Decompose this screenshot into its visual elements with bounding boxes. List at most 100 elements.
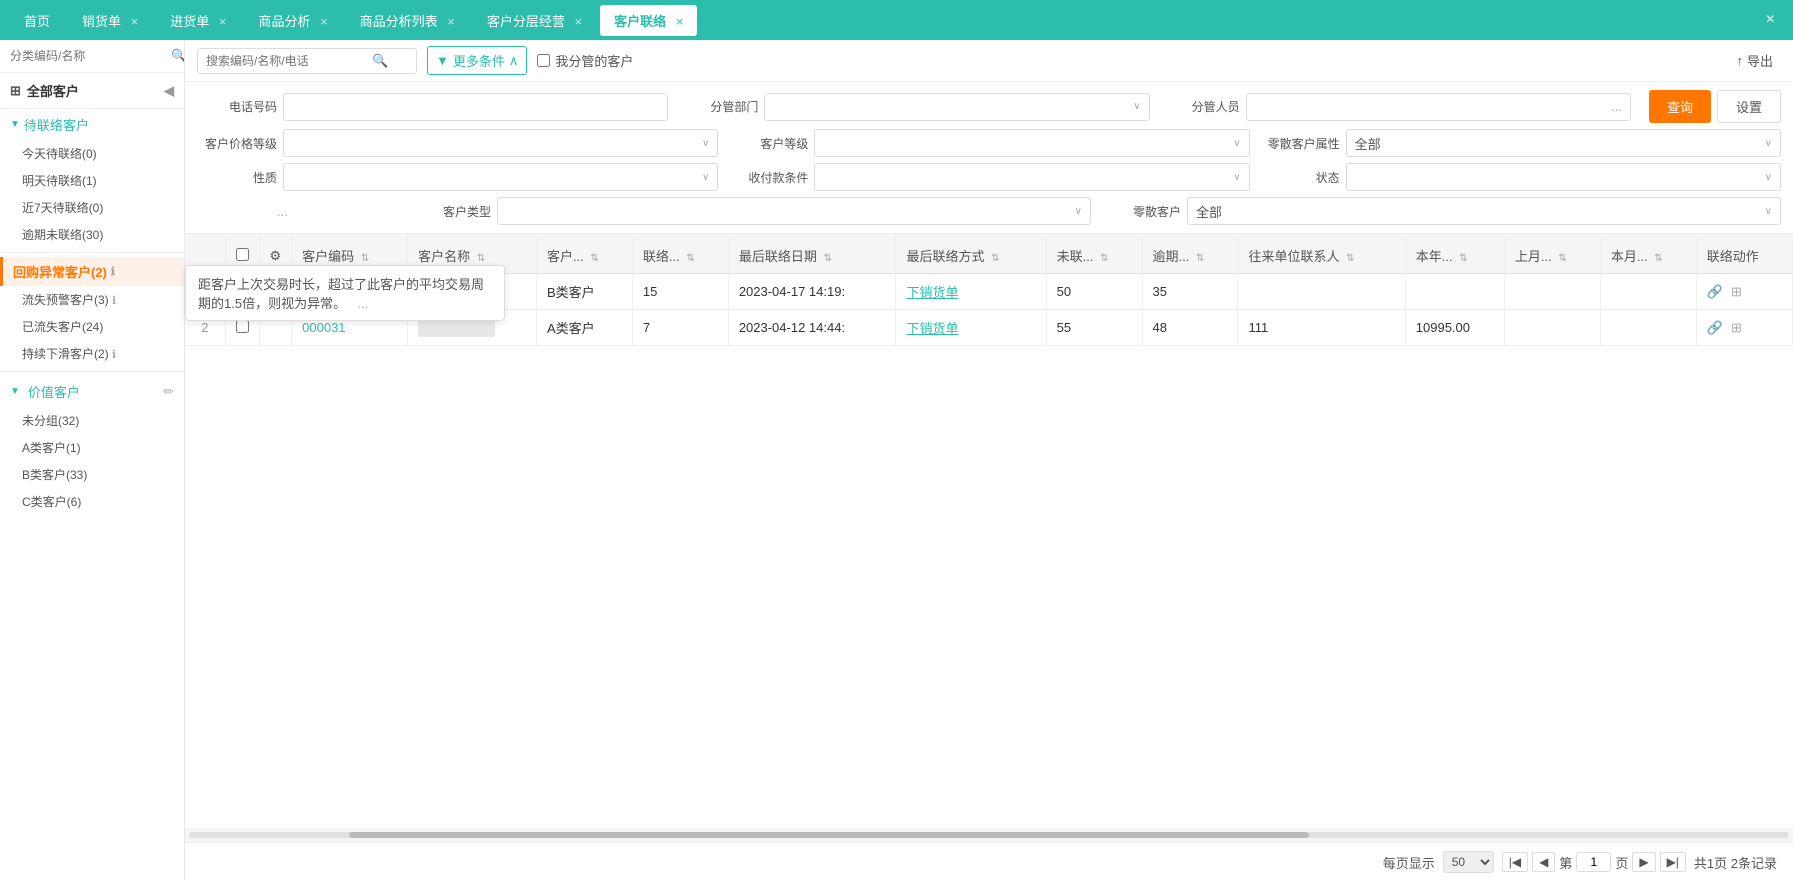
sidebar-section-waiting[interactable]: ▼ 待联络客户 bbox=[0, 109, 184, 140]
row-2-grid-icon[interactable]: ⊞ bbox=[1731, 320, 1742, 336]
price-grade-dropdown[interactable]: ∨ bbox=[283, 129, 718, 157]
waiting-contact-label: 待联络客户 bbox=[24, 115, 89, 134]
sort-uncontacted-icon: ⇅ bbox=[1100, 253, 1108, 264]
phone-input[interactable] bbox=[283, 93, 668, 121]
prev-page-button[interactable]: ◀ bbox=[1532, 852, 1555, 872]
nav-home[interactable]: 首页 bbox=[10, 5, 64, 36]
row-2-category: A类客户 bbox=[536, 310, 632, 346]
th-contact[interactable]: 联络... ⇅ bbox=[632, 238, 728, 274]
edit-group-icon[interactable]: ✏ bbox=[163, 384, 174, 400]
sidebar-item-tomorrow[interactable]: 明天待联络(1) bbox=[0, 167, 184, 194]
sidebar-search-icon[interactable]: 🔍 bbox=[171, 48, 185, 64]
close-customer-contact-icon[interactable]: × bbox=[676, 14, 684, 29]
churn-warning-info-icon: ℹ bbox=[112, 295, 116, 307]
th-last-month[interactable]: 上月... ⇅ bbox=[1504, 238, 1600, 274]
filter-cell-retail-attr: 零散客户属性 全部 ∨ bbox=[1260, 129, 1781, 157]
th-uncontacted[interactable]: 未联... ⇅ bbox=[1046, 238, 1142, 274]
sort-year-icon: ⇅ bbox=[1459, 253, 1467, 264]
nature-dropdown[interactable]: ∨ bbox=[283, 163, 718, 191]
th-this-month[interactable]: 本月... ⇅ bbox=[1600, 238, 1696, 274]
sort-overdue-icon: ⇅ bbox=[1196, 253, 1204, 264]
sidebar-item-ungrouped[interactable]: 未分组(32) bbox=[0, 407, 184, 434]
status-label: 状态 bbox=[1260, 169, 1340, 186]
tooltip-text: 距客户上次交易时长，超过了此客户的平均交易周期的1.5倍，则视为异常。 bbox=[198, 277, 484, 311]
filter-bar: 🔍 ▼ 更多条件 ∧ 我分管的客户 ↑ 导出 bbox=[185, 40, 1793, 82]
nav-window-close[interactable]: × bbox=[1758, 7, 1783, 33]
retail-customer-dropdown[interactable]: 全部 ∨ bbox=[1187, 197, 1781, 225]
page-label-after: 页 bbox=[1615, 853, 1628, 872]
first-page-button[interactable]: |◀ bbox=[1502, 852, 1528, 872]
select-all-checkbox[interactable] bbox=[236, 248, 249, 261]
filter-search-input[interactable] bbox=[206, 54, 366, 68]
filter-more-conditions[interactable]: ▼ 更多条件 ∧ bbox=[427, 46, 527, 75]
row-1-last-contact-method[interactable]: 下销货单 bbox=[896, 274, 1046, 310]
manager-dropdown[interactable]: ... bbox=[1246, 93, 1631, 121]
next-page-button[interactable]: ▶ bbox=[1632, 852, 1655, 872]
settings-button[interactable]: 设置 bbox=[1717, 90, 1781, 123]
close-product-list-icon[interactable]: × bbox=[447, 14, 455, 29]
my-customers-checkbox[interactable] bbox=[537, 54, 550, 67]
row-1-grid-icon[interactable]: ⊞ bbox=[1731, 284, 1742, 300]
status-dropdown[interactable]: ∨ bbox=[1346, 163, 1781, 191]
th-action: 联络动作 bbox=[1696, 238, 1792, 274]
th-last-contact-method[interactable]: 最后联络方式 ⇅ bbox=[896, 238, 1046, 274]
sidebar-item-churn-warning[interactable]: 流失预警客户(3) ℹ bbox=[0, 286, 184, 313]
nav-sales[interactable]: 销货单 × bbox=[68, 5, 152, 36]
row-1-link-icon[interactable]: 🔗 bbox=[1707, 284, 1723, 300]
th-company-contact[interactable]: 往来单位联系人 ⇅ bbox=[1238, 238, 1405, 274]
export-button[interactable]: ↑ 导出 bbox=[1728, 47, 1781, 74]
row-2-last-contact-method[interactable]: 下销货单 bbox=[896, 310, 1046, 346]
th-overdue[interactable]: 逾期... ⇅ bbox=[1142, 238, 1238, 274]
sidebar-item-today[interactable]: 今天待联络(0) bbox=[0, 140, 184, 167]
last-page-button[interactable]: ▶| bbox=[1660, 852, 1686, 872]
close-sales-icon[interactable]: × bbox=[131, 14, 139, 29]
sort-this-month-icon: ⇅ bbox=[1654, 253, 1662, 264]
filter-search-icon[interactable]: 🔍 bbox=[372, 53, 388, 69]
sidebar-search-input[interactable] bbox=[10, 49, 165, 63]
main-layout: 🔍 ⊞ 全部客户 ◀ ▼ 待联络客户 今天待联络(0) 明天待联络(1) 近7天… bbox=[0, 40, 1793, 881]
manager-label: 分管人员 bbox=[1160, 98, 1240, 115]
sidebar-item-class-b[interactable]: B类客户(33) bbox=[0, 461, 184, 488]
sidebar-item-churned[interactable]: 已流失客户(24) bbox=[0, 313, 184, 340]
row-1-overdue: 35 bbox=[1142, 274, 1238, 310]
nav-customer-tier[interactable]: 客户分层经营 × bbox=[473, 5, 596, 36]
per-page-select[interactable]: 20 50 100 bbox=[1443, 851, 1494, 873]
sidebar-item-repurchase-anomaly[interactable]: 回购异常客户(2) ℹ bbox=[0, 257, 184, 286]
row-2-select[interactable] bbox=[236, 320, 249, 333]
dept-dropdown[interactable]: ∨ bbox=[764, 93, 1149, 121]
sidebar-item-7days[interactable]: 近7天待联络(0) bbox=[0, 194, 184, 221]
more-dots-icon[interactable]: ... bbox=[277, 204, 288, 219]
close-customer-tier-icon[interactable]: × bbox=[575, 14, 583, 29]
filter-my-customers[interactable]: 我分管的客户 bbox=[537, 51, 633, 70]
customer-grade-dropdown[interactable]: ∨ bbox=[814, 129, 1249, 157]
grid-icon: ⊞ bbox=[10, 83, 21, 99]
scrollbar-thumb[interactable] bbox=[349, 832, 1309, 838]
row-2-link-icon[interactable]: 🔗 bbox=[1707, 320, 1723, 336]
payment-dropdown[interactable]: ∨ bbox=[814, 163, 1249, 191]
sidebar-collapse-icon[interactable]: ◀ bbox=[164, 83, 174, 99]
th-last-contact-date[interactable]: 最后联络日期 ⇅ bbox=[728, 238, 896, 274]
page-number-input[interactable] bbox=[1576, 852, 1611, 872]
sidebar-all-customers[interactable]: ⊞ 全部客户 ◀ bbox=[0, 73, 184, 109]
nav-customer-contact[interactable]: 客户联络 × bbox=[600, 5, 697, 36]
sidebar-item-class-c[interactable]: C类客户(6) bbox=[0, 488, 184, 515]
nav-product-analysis-list[interactable]: 商品分析列表 × bbox=[346, 5, 469, 36]
th-this-year[interactable]: 本年... ⇅ bbox=[1405, 238, 1504, 274]
content-area: 🔍 ▼ 更多条件 ∧ 我分管的客户 ↑ 导出 电话号码 bbox=[185, 40, 1793, 881]
sidebar-item-class-a[interactable]: A类客户(1) bbox=[0, 434, 184, 461]
sidebar-item-overdue[interactable]: 逾期未联络(30) bbox=[0, 221, 184, 248]
close-purchase-icon[interactable]: × bbox=[219, 14, 227, 29]
retail-attr-dropdown[interactable]: 全部 ∨ bbox=[1346, 129, 1781, 157]
customer-type-dropdown[interactable]: ∨ bbox=[497, 197, 1091, 225]
nav-product-analysis[interactable]: 商品分析 × bbox=[244, 5, 341, 36]
th-category[interactable]: 客户... ⇅ bbox=[536, 238, 632, 274]
sidebar-item-declining[interactable]: 持续下滑客户(2) ℹ bbox=[0, 340, 184, 367]
phone-label: 电话号码 bbox=[197, 98, 277, 115]
row-1-category: B类客户 bbox=[536, 274, 632, 310]
close-product-analysis-icon[interactable]: × bbox=[320, 14, 328, 29]
query-button[interactable]: 查询 bbox=[1649, 90, 1711, 123]
sidebar-section-value[interactable]: ▼ 价值客户 ✏ bbox=[0, 376, 184, 407]
horizontal-scrollbar[interactable] bbox=[185, 828, 1793, 842]
nav-purchase[interactable]: 进货单 × bbox=[156, 5, 240, 36]
filter-cell-customer-grade: 客户等级 ∨ bbox=[728, 129, 1249, 157]
